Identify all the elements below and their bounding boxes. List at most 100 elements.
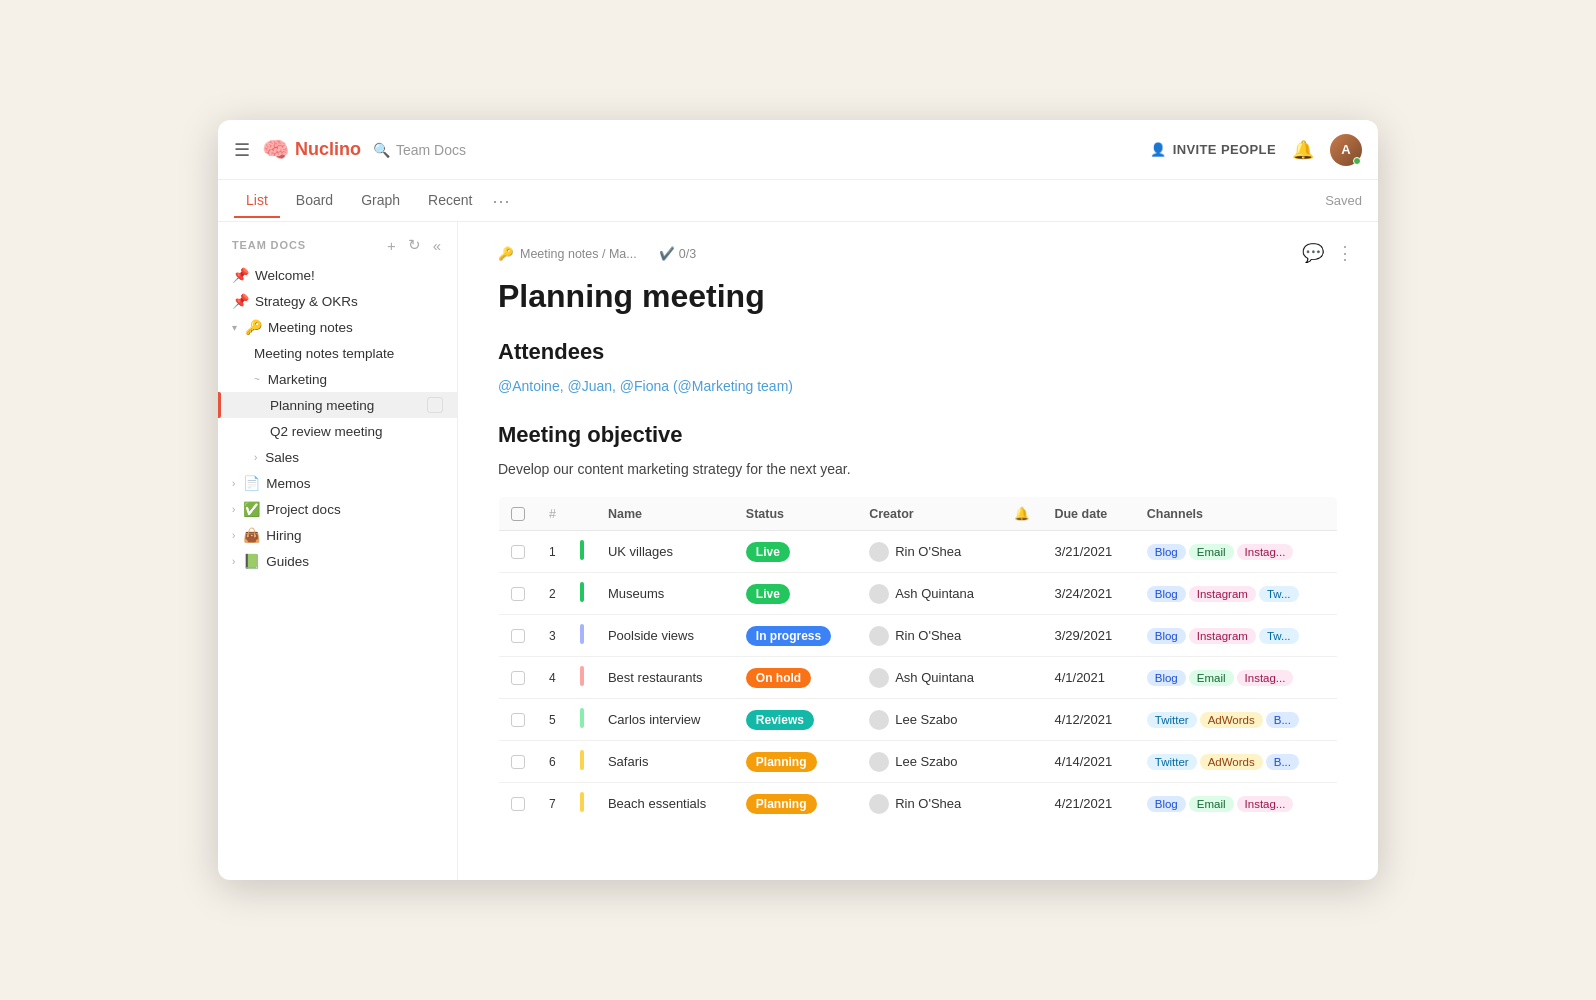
invite-icon: 👤	[1150, 142, 1166, 157]
breadcrumb-text[interactable]: Meeting notes / Ma...	[520, 247, 637, 261]
more-actions-button[interactable]: ⋮	[1336, 242, 1354, 264]
expand-arrow-icon: ›	[254, 452, 257, 463]
row-status: Planning	[734, 783, 857, 825]
row-status: Live	[734, 573, 857, 615]
search-placeholder: Team Docs	[396, 142, 466, 158]
sidebar-item-guides[interactable]: › 📗 Guides	[218, 548, 457, 574]
tab-recent[interactable]: Recent	[416, 184, 484, 218]
row-channels: TwitterAdWordsB...	[1135, 741, 1338, 783]
channel-tag: Email	[1189, 670, 1234, 686]
channel-tag: Instag...	[1237, 670, 1294, 686]
sidebar-item-strategy[interactable]: 📌 Strategy & OKRs	[218, 288, 457, 314]
channel-tag: Blog	[1147, 628, 1186, 644]
row-name: Poolside views	[596, 615, 734, 657]
sidebar-item-label: Guides	[266, 554, 421, 569]
refresh-button[interactable]: ↻	[406, 234, 423, 256]
key-icon: 🔑	[245, 319, 262, 335]
breadcrumb-icon: 🔑	[498, 246, 514, 261]
top-bar-right: 👤 INVITE PEOPLE 🔔 A	[1150, 134, 1362, 166]
status-badge: Live	[746, 542, 790, 562]
channel-tag: Instagram	[1189, 628, 1256, 644]
sidebar-item-planning-meeting[interactable]: Planning meeting	[218, 392, 457, 418]
sidebar-item-hiring[interactable]: › 👜 Hiring	[218, 522, 457, 548]
main-content: 💬 ⋮ 🔑 Meeting notes / Ma... ✔️ 0/3 Plann…	[458, 222, 1378, 880]
sidebar-item-marketing[interactable]: ~ Marketing	[218, 366, 457, 392]
invite-people-button[interactable]: 👤 INVITE PEOPLE	[1150, 142, 1276, 157]
channel-tag: Instagram	[1189, 586, 1256, 602]
collapse-button[interactable]: «	[431, 234, 443, 256]
row-channels: BlogEmailInstag...	[1135, 531, 1338, 573]
tab-graph[interactable]: Graph	[349, 184, 412, 218]
row-checkbox[interactable]	[511, 545, 525, 559]
doc-actions: 💬 ⋮	[1302, 242, 1354, 264]
channel-tag: Twitter	[1147, 712, 1197, 728]
notification-bell-icon[interactable]: 🔔	[1292, 139, 1314, 161]
sidebar-item-meeting-notes-template[interactable]: Meeting notes template	[218, 340, 457, 366]
sidebar-item-label: Memos	[266, 476, 421, 491]
sidebar-item-welcome[interactable]: 📌 Welcome!	[218, 262, 457, 288]
row-checkbox[interactable]	[511, 587, 525, 601]
expand-arrow-icon: ▾	[232, 322, 237, 333]
breadcrumb-progress: ✔️ 0/3	[659, 246, 696, 261]
user-avatar[interactable]: A	[1330, 134, 1362, 166]
creator-name: Lee Szabo	[895, 754, 957, 769]
channel-tag: Email	[1189, 544, 1234, 560]
sidebar-item-q2-review[interactable]: Q2 review meeting	[218, 418, 457, 444]
search-icon: 🔍	[373, 142, 390, 158]
item-checkbox[interactable]	[427, 397, 443, 413]
row-channels: TwitterAdWordsB...	[1135, 699, 1338, 741]
hamburger-icon[interactable]: ☰	[234, 139, 250, 161]
color-bar	[580, 624, 584, 644]
top-bar: ☰ 🧠 Nuclino 🔍 Team Docs 👤 INVITE PEOPLE …	[218, 120, 1378, 180]
tab-list[interactable]: List	[234, 184, 280, 218]
sidebar-item-label: Strategy & OKRs	[255, 294, 421, 309]
sidebar-item-memos[interactable]: › 📄 Memos	[218, 470, 457, 496]
row-color-cell	[568, 615, 596, 657]
col-color	[568, 497, 596, 531]
more-options-icon[interactable]: ⋯	[492, 190, 510, 212]
sidebar-item-project-docs[interactable]: › ✅ Project docs	[218, 496, 457, 522]
status-badge: Planning	[746, 752, 817, 772]
creator-name: Rin O'Shea	[895, 796, 961, 811]
sidebar-item-sales[interactable]: › Sales	[218, 444, 457, 470]
creator-cell: Lee Szabo	[869, 710, 990, 730]
tab-board[interactable]: Board	[284, 184, 345, 218]
header-checkbox[interactable]	[511, 507, 525, 521]
row-due-date: 3/21/2021	[1042, 531, 1134, 573]
row-channels: BlogInstagramTw...	[1135, 573, 1338, 615]
row-checkbox[interactable]	[511, 713, 525, 727]
comment-button[interactable]: 💬	[1302, 242, 1324, 264]
row-checkbox[interactable]	[511, 629, 525, 643]
row-color-cell	[568, 657, 596, 699]
creator-avatar	[869, 584, 889, 604]
progress-icon: ✔️	[659, 246, 675, 261]
col-bell: 🔔	[1002, 497, 1042, 531]
creator-avatar	[869, 668, 889, 688]
channel-tag: B...	[1266, 712, 1299, 728]
channel-tag: Blog	[1147, 796, 1186, 812]
channel-tag: Email	[1189, 796, 1234, 812]
row-checkbox[interactable]	[511, 671, 525, 685]
row-checkbox[interactable]	[511, 797, 525, 811]
row-checkbox[interactable]	[511, 755, 525, 769]
col-creator: Creator	[857, 497, 1002, 531]
status-badge: Reviews	[746, 710, 814, 730]
creator-cell: Lee Szabo	[869, 752, 990, 772]
channel-tag: Blog	[1147, 544, 1186, 560]
row-name: Museums	[596, 573, 734, 615]
channel-tag: AdWords	[1200, 712, 1263, 728]
search-area[interactable]: 🔍 Team Docs	[373, 142, 1138, 158]
row-name: Carlos interview	[596, 699, 734, 741]
sidebar-item-label: Marketing	[268, 372, 421, 387]
row-checkbox-cell	[499, 783, 538, 825]
table-row: 6 Safaris Planning Lee Szabo 4/14/2021 T…	[499, 741, 1338, 783]
creator-name: Rin O'Shea	[895, 628, 961, 643]
expand-arrow-icon: ›	[232, 530, 235, 541]
creator-avatar	[869, 542, 889, 562]
col-status: Status	[734, 497, 857, 531]
add-item-button[interactable]: +	[385, 234, 398, 256]
sidebar-item-meeting-notes[interactable]: ▾ 🔑 Meeting notes	[218, 314, 457, 340]
sidebar-item-label: Hiring	[266, 528, 421, 543]
channel-tag: Tw...	[1259, 628, 1299, 644]
row-due-date: 3/29/2021	[1042, 615, 1134, 657]
